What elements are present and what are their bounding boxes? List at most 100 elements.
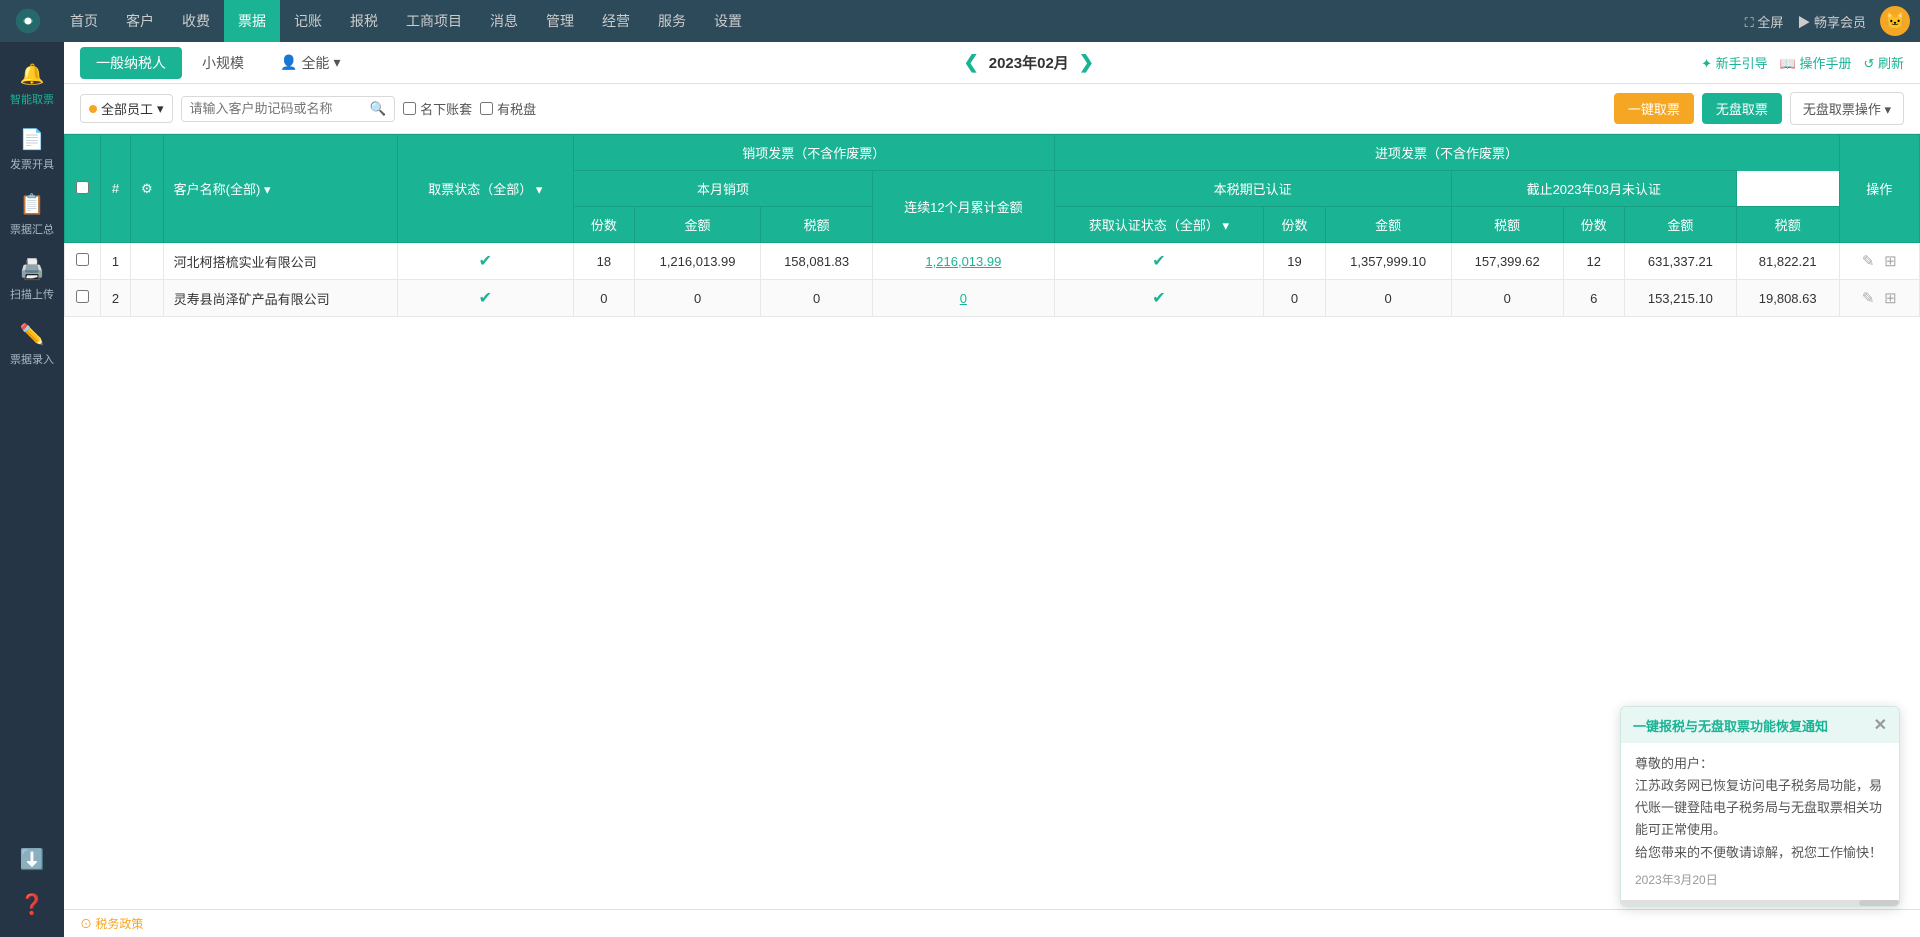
row2-num: 2 <box>101 280 131 317</box>
s12-link: 1,216,013.99 <box>925 254 1001 269</box>
nav-settings[interactable]: 设置 <box>700 0 756 42</box>
vip-btn[interactable]: ▶ 畅享会员 <box>1797 12 1866 31</box>
avatar[interactable]: 🐱 <box>1880 6 1910 36</box>
th-settings: ⚙ <box>131 135 164 243</box>
new-guide-btn[interactable]: ✦ 新手引导 <box>1701 53 1768 72</box>
th-s-tax: 税额 <box>761 207 873 243</box>
sidebar-item-invoice-summary[interactable]: 📋 票据汇总 <box>0 182 64 247</box>
row1-s-tax: 158,081.83 <box>761 243 873 280</box>
sidebar-bottom: ⬇️ ❓ <box>0 837 64 937</box>
sidebar-item-label-2: 票据汇总 <box>10 221 54 237</box>
notification-scrollbar-thumb <box>1859 900 1899 906</box>
row2-p-amount: 0 <box>1325 280 1451 317</box>
next-period-btn[interactable]: ❯ <box>1079 52 1094 73</box>
row2-d-count: 6 <box>1563 280 1624 317</box>
check-circle-icon-2: ✔ <box>479 290 492 307</box>
search-box: 🔍 <box>181 96 396 122</box>
employee-label: 全部员工 <box>101 99 153 118</box>
nav-bookkeeping[interactable]: 记账 <box>280 0 336 42</box>
sidebar: 🔔 智能取票 📄 发票开具 📋 票据汇总 🖨️ 扫描上传 ✏️ 票据录入 ⬇️ … <box>0 42 64 937</box>
sidebar-item-download[interactable]: ⬇️ <box>0 837 64 882</box>
top-nav-right: ⛶ 全屏 ▶ 畅享会员 🐱 <box>1745 6 1910 36</box>
taxdisk-checkbox[interactable] <box>480 102 493 115</box>
row1-p-amount: 1,357,999.10 <box>1325 243 1451 280</box>
sidebar-item-label-0: 智能取票 <box>10 91 54 107</box>
row1-d-amount: 631,337.21 <box>1624 243 1736 280</box>
table-row: 1 河北柯搭梳实业有限公司 ✔ 18 1,216,013.99 158,081.… <box>65 243 1920 280</box>
notification-close-btn[interactable]: ✕ <box>1874 715 1887 735</box>
chevron-down-icon: ▾ <box>333 54 340 71</box>
account-checkbox[interactable] <box>403 102 416 115</box>
row2-s-tax: 0 <box>761 280 873 317</box>
edit-icon-2[interactable]: ✎ <box>1862 290 1875 307</box>
tab-all[interactable]: 👤 全能 ▾ <box>264 47 356 79</box>
notification-scrollbar[interactable] <box>1621 900 1899 906</box>
checkbox-account[interactable]: 名下账套 <box>403 99 472 118</box>
no-disk-ticket-btn[interactable]: 无盘取票 <box>1702 93 1782 124</box>
tax-policy-link[interactable]: ⊙ 税务政策 <box>80 915 143 932</box>
search-button[interactable]: 🔍 <box>362 97 395 121</box>
nav-fee[interactable]: 收费 <box>168 0 224 42</box>
th-d-count: 份数 <box>1563 207 1624 243</box>
sidebar-item-help[interactable]: ❓ <box>0 882 64 927</box>
manual-btn[interactable]: 📖 操作手册 <box>1780 53 1852 72</box>
th-d-tax: 税额 <box>1736 207 1839 243</box>
sidebar-item-invoice-entry[interactable]: ✏️ 票据录入 <box>0 312 64 377</box>
row1-checkbox[interactable] <box>76 253 89 266</box>
one-key-ticket-btn[interactable]: 一键取票 <box>1614 93 1694 124</box>
sidebar-item-label-4: 票据录入 <box>10 351 54 367</box>
sidebar-item-smart-ticket[interactable]: 🔔 智能取票 <box>0 52 64 117</box>
nav-service[interactable]: 服务 <box>644 0 700 42</box>
view-icon-2[interactable]: ⊞ <box>1884 290 1897 307</box>
sidebar-item-invoice-open[interactable]: 📄 发票开具 <box>0 117 64 182</box>
nav-message[interactable]: 消息 <box>476 0 532 42</box>
search-input[interactable] <box>182 97 362 120</box>
th-p-count: 份数 <box>1264 207 1325 243</box>
select-all-checkbox[interactable] <box>76 181 89 194</box>
invoice-summary-icon: 📋 <box>20 192 45 217</box>
nav-home[interactable]: 首页 <box>56 0 112 42</box>
th-ops: 操作 <box>1839 135 1920 243</box>
nav-business[interactable]: 工商项目 <box>392 0 476 42</box>
employee-select[interactable]: 全部员工 ▾ <box>80 94 173 123</box>
scan-upload-icon: 🖨️ <box>20 257 45 282</box>
tab-general-taxpayer[interactable]: 一般纳税人 <box>80 47 182 79</box>
th-sales-month: 本月销项 <box>573 171 872 207</box>
cert-check-icon-2: ✔ <box>1152 290 1165 307</box>
sidebar-item-label-3: 扫描上传 <box>10 286 54 302</box>
refresh-btn[interactable]: ↺ 刷新 <box>1863 53 1904 72</box>
row1-s-12[interactable]: 1,216,013.99 <box>873 243 1055 280</box>
filter-icon-qx[interactable]: ▾ <box>536 182 543 197</box>
row1-settings <box>131 243 164 280</box>
tab-small-scale[interactable]: 小规模 <box>186 47 260 79</box>
nav-tax[interactable]: 报税 <box>336 0 392 42</box>
nav-manage[interactable]: 管理 <box>532 0 588 42</box>
row2-checkbox[interactable] <box>76 290 89 303</box>
th-num: # <box>101 135 131 243</box>
th-s-count: 份数 <box>573 207 634 243</box>
row1-p-count: 19 <box>1264 243 1325 280</box>
th-cert-status: 获取认证状态（全部） ▾ <box>1054 207 1264 243</box>
top-nav: 首页 客户 收费 票据 记账 报税 工商项目 消息 管理 经营 服务 设置 ⛶ … <box>0 0 1920 42</box>
row1-cert-status: ✔ <box>1054 243 1264 280</box>
filter-icon-name[interactable]: ▾ <box>264 182 271 197</box>
sidebar-item-scan-upload[interactable]: 🖨️ 扫描上传 <box>0 247 64 312</box>
invoice-entry-icon: ✏️ <box>20 322 45 347</box>
row2-d-amount: 153,215.10 <box>1624 280 1736 317</box>
row2-s-12[interactable]: 0 <box>873 280 1055 317</box>
download-icon: ⬇️ <box>20 847 45 872</box>
sidebar-item-label-1: 发票开具 <box>10 156 54 172</box>
edit-icon[interactable]: ✎ <box>1862 253 1875 270</box>
prev-period-btn[interactable]: ❮ <box>964 52 979 73</box>
checkbox-taxdisk[interactable]: 有税盘 <box>480 99 536 118</box>
th-d-amount: 金额 <box>1624 207 1736 243</box>
nav-operation[interactable]: 经营 <box>588 0 644 42</box>
nav-customer[interactable]: 客户 <box>112 0 168 42</box>
nav-items: 首页 客户 收费 票据 记账 报税 工商项目 消息 管理 经营 服务 设置 <box>56 0 1745 42</box>
checkbox-account-label: 名下账套 <box>420 99 472 118</box>
nav-invoice[interactable]: 票据 <box>224 0 280 42</box>
view-icon[interactable]: ⊞ <box>1884 253 1897 270</box>
no-disk-ops-btn[interactable]: 无盘取票操作 ▾ <box>1790 92 1904 125</box>
filter-icon-cert[interactable]: ▾ <box>1223 218 1230 233</box>
fullscreen-btn[interactable]: ⛶ 全屏 <box>1745 12 1784 31</box>
